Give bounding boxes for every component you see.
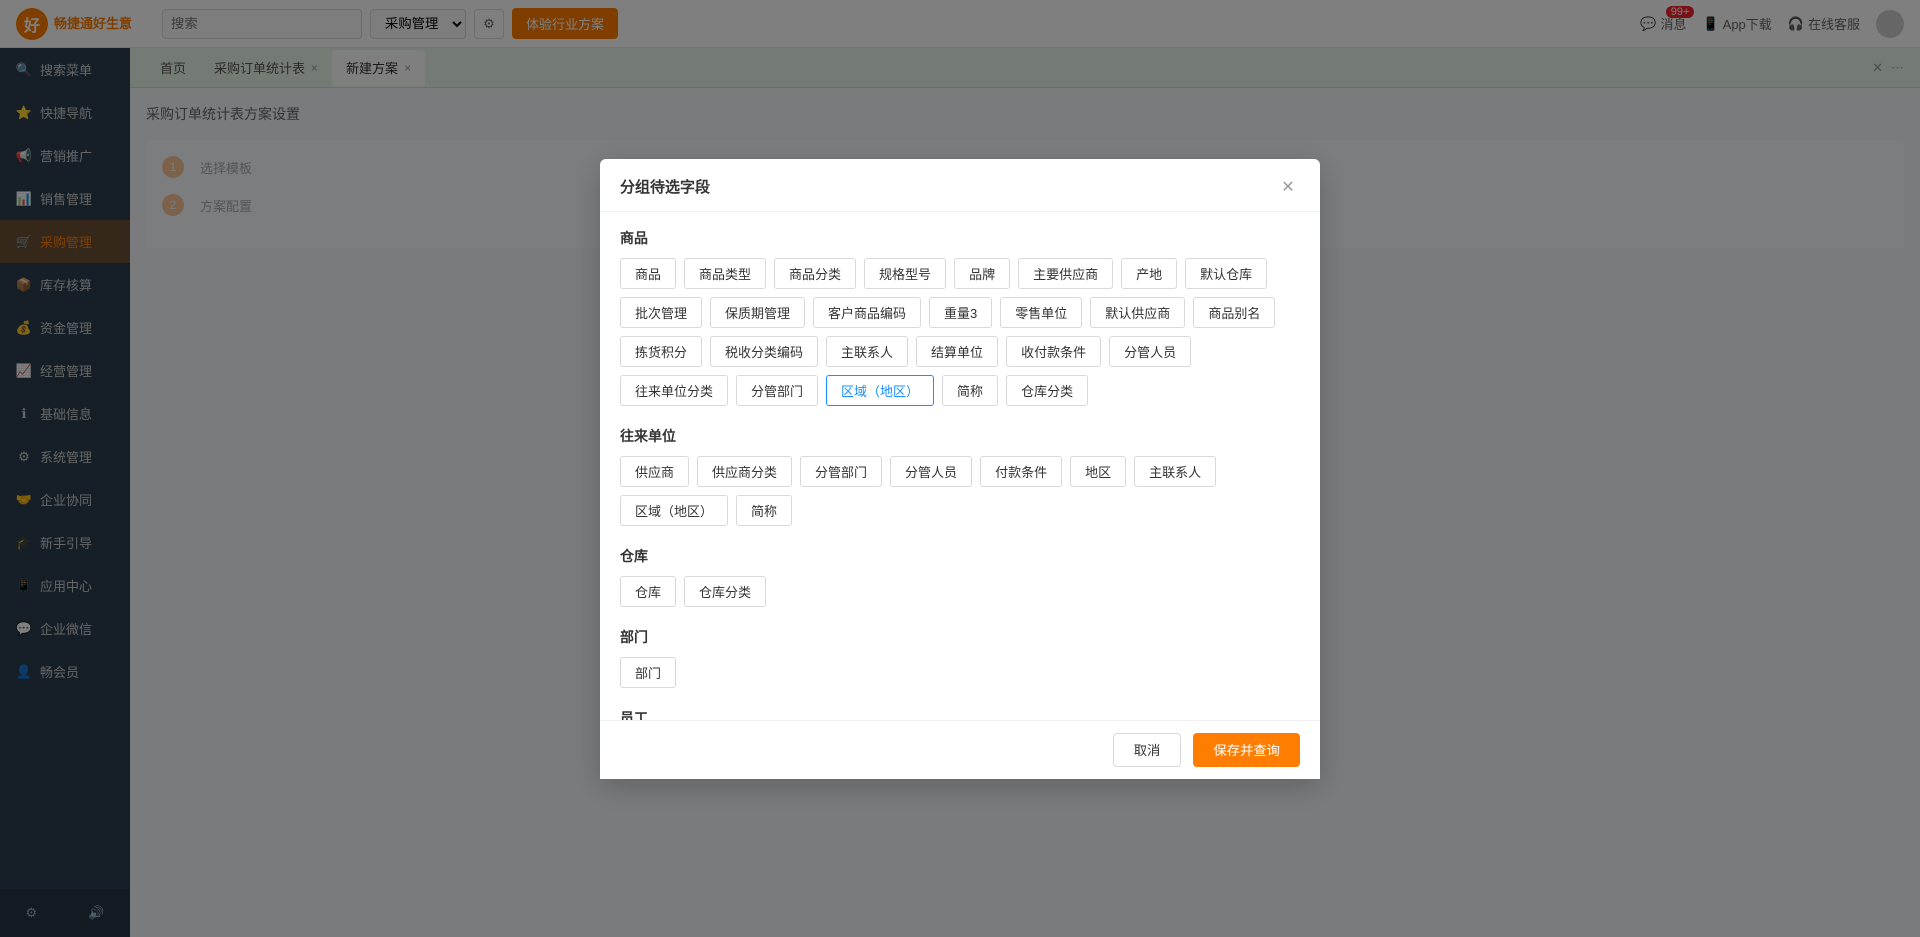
field-dept-managed[interactable]: 分管部门 bbox=[736, 375, 818, 406]
partner-fields: 供应商 供应商分类 分管部门 分管人员 付款条件 地区 主联系人 区域（地区） … bbox=[620, 456, 1300, 526]
section-employee: 员工 业务员 bbox=[620, 708, 1300, 720]
field-main-contact2[interactable]: 主联系人 bbox=[1134, 456, 1216, 487]
modal-body[interactable]: 商品 商品 商品类型 商品分类 规格型号 品牌 主要供应商 产地 默认仓库 批次… bbox=[600, 212, 1320, 720]
field-weight[interactable]: 重量3 bbox=[929, 297, 992, 328]
field-area[interactable]: 地区 bbox=[1070, 456, 1126, 487]
section-goods: 商品 商品 商品类型 商品分类 规格型号 品牌 主要供应商 产地 默认仓库 批次… bbox=[620, 228, 1300, 406]
section-dept-title: 部门 bbox=[620, 627, 1300, 647]
field-payment-terms[interactable]: 收付款条件 bbox=[1006, 336, 1101, 367]
field-payment-cond[interactable]: 付款条件 bbox=[980, 456, 1062, 487]
field-warehouse[interactable]: 仓库 bbox=[620, 576, 676, 607]
modal-close-button[interactable]: ✕ bbox=[1276, 175, 1300, 199]
section-warehouse-title: 仓库 bbox=[620, 546, 1300, 566]
field-partner-person[interactable]: 分管人员 bbox=[890, 456, 972, 487]
section-warehouse: 仓库 仓库 仓库分类 bbox=[620, 546, 1300, 607]
field-customer-code[interactable]: 客户商品编码 bbox=[813, 297, 921, 328]
field-default-supplier[interactable]: 默认供应商 bbox=[1090, 297, 1185, 328]
warehouse-fields: 仓库 仓库分类 bbox=[620, 576, 1300, 607]
field-spec-model[interactable]: 规格型号 bbox=[864, 258, 946, 289]
dept-fields: 部门 bbox=[620, 657, 1300, 688]
field-short-name[interactable]: 简称 bbox=[942, 375, 998, 406]
cancel-button[interactable]: 取消 bbox=[1113, 733, 1182, 767]
field-region[interactable]: 区域（地区） bbox=[826, 375, 934, 406]
section-partner-title: 往来单位 bbox=[620, 426, 1300, 446]
field-retail-unit[interactable]: 零售单位 bbox=[1000, 297, 1082, 328]
goods-fields: 商品 商品类型 商品分类 规格型号 品牌 主要供应商 产地 默认仓库 批次管理 … bbox=[620, 258, 1300, 406]
field-goods[interactable]: 商品 bbox=[620, 258, 676, 289]
field-warehouse-cat[interactable]: 仓库分类 bbox=[684, 576, 766, 607]
section-dept: 部门 部门 bbox=[620, 627, 1300, 688]
field-partner-dept[interactable]: 分管部门 bbox=[800, 456, 882, 487]
save-query-button[interactable]: 保存并查询 bbox=[1193, 733, 1300, 767]
section-goods-title: 商品 bbox=[620, 228, 1300, 248]
field-warehouse-category[interactable]: 仓库分类 bbox=[1006, 375, 1088, 406]
field-shelf-life[interactable]: 保质期管理 bbox=[710, 297, 805, 328]
field-supplier-category[interactable]: 供应商分类 bbox=[697, 456, 792, 487]
field-partner-region[interactable]: 区域（地区） bbox=[620, 495, 728, 526]
modal-title: 分组待选字段 bbox=[620, 176, 710, 197]
section-employee-title: 员工 bbox=[620, 708, 1300, 720]
field-brand[interactable]: 品牌 bbox=[954, 258, 1010, 289]
field-default-warehouse[interactable]: 默认仓库 bbox=[1185, 258, 1267, 289]
field-batch-mgmt[interactable]: 批次管理 bbox=[620, 297, 702, 328]
section-partner: 往来单位 供应商 供应商分类 分管部门 分管人员 付款条件 地区 主联系人 区域… bbox=[620, 426, 1300, 526]
field-goods-category[interactable]: 商品分类 bbox=[774, 258, 856, 289]
field-goods-alias[interactable]: 商品别名 bbox=[1193, 297, 1275, 328]
field-partner-category[interactable]: 往来单位分类 bbox=[620, 375, 728, 406]
modal-header: 分组待选字段 ✕ bbox=[600, 159, 1320, 212]
field-dept[interactable]: 部门 bbox=[620, 657, 676, 688]
modal-overlay: 分组待选字段 ✕ 商品 商品 商品类型 商品分类 规格型号 品牌 主要供应商 产… bbox=[0, 0, 1920, 937]
field-tax-code[interactable]: 税收分类编码 bbox=[710, 336, 818, 367]
field-origin[interactable]: 产地 bbox=[1121, 258, 1177, 289]
field-main-supplier[interactable]: 主要供应商 bbox=[1018, 258, 1113, 289]
field-pick-points[interactable]: 拣货积分 bbox=[620, 336, 702, 367]
field-settlement-unit[interactable]: 结算单位 bbox=[916, 336, 998, 367]
field-partner-short[interactable]: 简称 bbox=[736, 495, 792, 526]
modal-footer: 取消 保存并查询 bbox=[600, 720, 1320, 779]
field-select-modal: 分组待选字段 ✕ 商品 商品 商品类型 商品分类 规格型号 品牌 主要供应商 产… bbox=[600, 159, 1320, 779]
field-goods-type[interactable]: 商品类型 bbox=[684, 258, 766, 289]
field-supplier[interactable]: 供应商 bbox=[620, 456, 689, 487]
field-main-contact[interactable]: 主联系人 bbox=[826, 336, 908, 367]
field-supervisor[interactable]: 分管人员 bbox=[1109, 336, 1191, 367]
